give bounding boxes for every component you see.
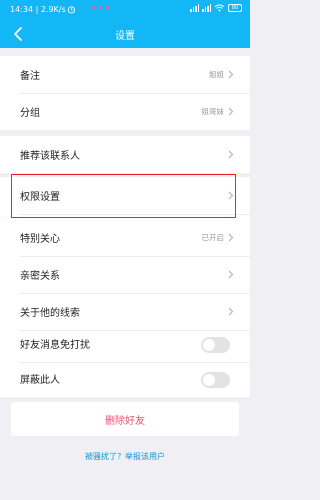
status-bar: 14:34 | 2.9K/s 80 bbox=[0, 0, 250, 20]
signal-icon bbox=[202, 4, 211, 12]
block-user-label: 屏蔽此人 bbox=[20, 375, 60, 386]
chevron-right-icon bbox=[228, 107, 234, 116]
signal-icon bbox=[190, 4, 199, 12]
nav-bar: 设置 bbox=[0, 20, 250, 48]
group-label: 分组 bbox=[20, 108, 40, 119]
remark-row[interactable]: 备注 姐姐 bbox=[0, 56, 250, 93]
recommend-contact-label: 推荐该联系人 bbox=[20, 151, 80, 162]
battery-icon: 80 bbox=[228, 4, 242, 12]
settings-group-basic: 备注 姐姐 分组 姐哥妹 bbox=[0, 56, 250, 130]
remark-value: 姐姐 bbox=[209, 70, 224, 79]
mute-messages-toggle[interactable] bbox=[201, 337, 230, 353]
mute-messages-row: 好友消息免打扰 bbox=[0, 325, 250, 362]
settings-group-recommend: 推荐该联系人 bbox=[0, 136, 250, 173]
mute-messages-label: 好友消息免打扰 bbox=[20, 340, 90, 351]
intimate-relation-row[interactable]: 亲密关系 bbox=[0, 256, 250, 293]
clues-label: 关于他的线索 bbox=[20, 308, 80, 319]
block-user-row: 屏蔽此人 bbox=[0, 360, 250, 397]
intimate-relation-label: 亲密关系 bbox=[20, 271, 60, 282]
special-care-row[interactable]: 特别关心 已开启 bbox=[0, 219, 250, 256]
chevron-right-icon bbox=[228, 270, 234, 279]
delete-friend-label: 删除好友 bbox=[105, 416, 145, 427]
group-row[interactable]: 分组 姐哥妹 bbox=[0, 93, 250, 130]
status-time-speed: 14:34 | 2.9K/s bbox=[10, 5, 66, 14]
highlight-box bbox=[11, 174, 236, 218]
alarm-icon bbox=[67, 6, 76, 14]
recommend-contact-row[interactable]: 推荐该联系人 bbox=[0, 136, 250, 173]
chevron-right-icon bbox=[228, 233, 234, 242]
special-care-label: 特别关心 bbox=[20, 234, 60, 245]
block-user-toggle[interactable] bbox=[201, 372, 230, 388]
notification-dots bbox=[92, 6, 109, 9]
remark-label: 备注 bbox=[20, 71, 40, 82]
chevron-right-icon bbox=[228, 307, 234, 316]
chevron-right-icon bbox=[228, 150, 234, 159]
report-user-link[interactable]: 被骚扰了？举报该用户 bbox=[0, 451, 250, 462]
page-title: 设置 bbox=[115, 31, 135, 42]
group-value: 姐哥妹 bbox=[201, 107, 225, 116]
wifi-icon bbox=[214, 4, 225, 12]
delete-friend-button[interactable]: 删除好友 bbox=[11, 402, 239, 436]
special-care-value: 已开启 bbox=[201, 233, 225, 242]
chevron-right-icon bbox=[228, 70, 234, 79]
